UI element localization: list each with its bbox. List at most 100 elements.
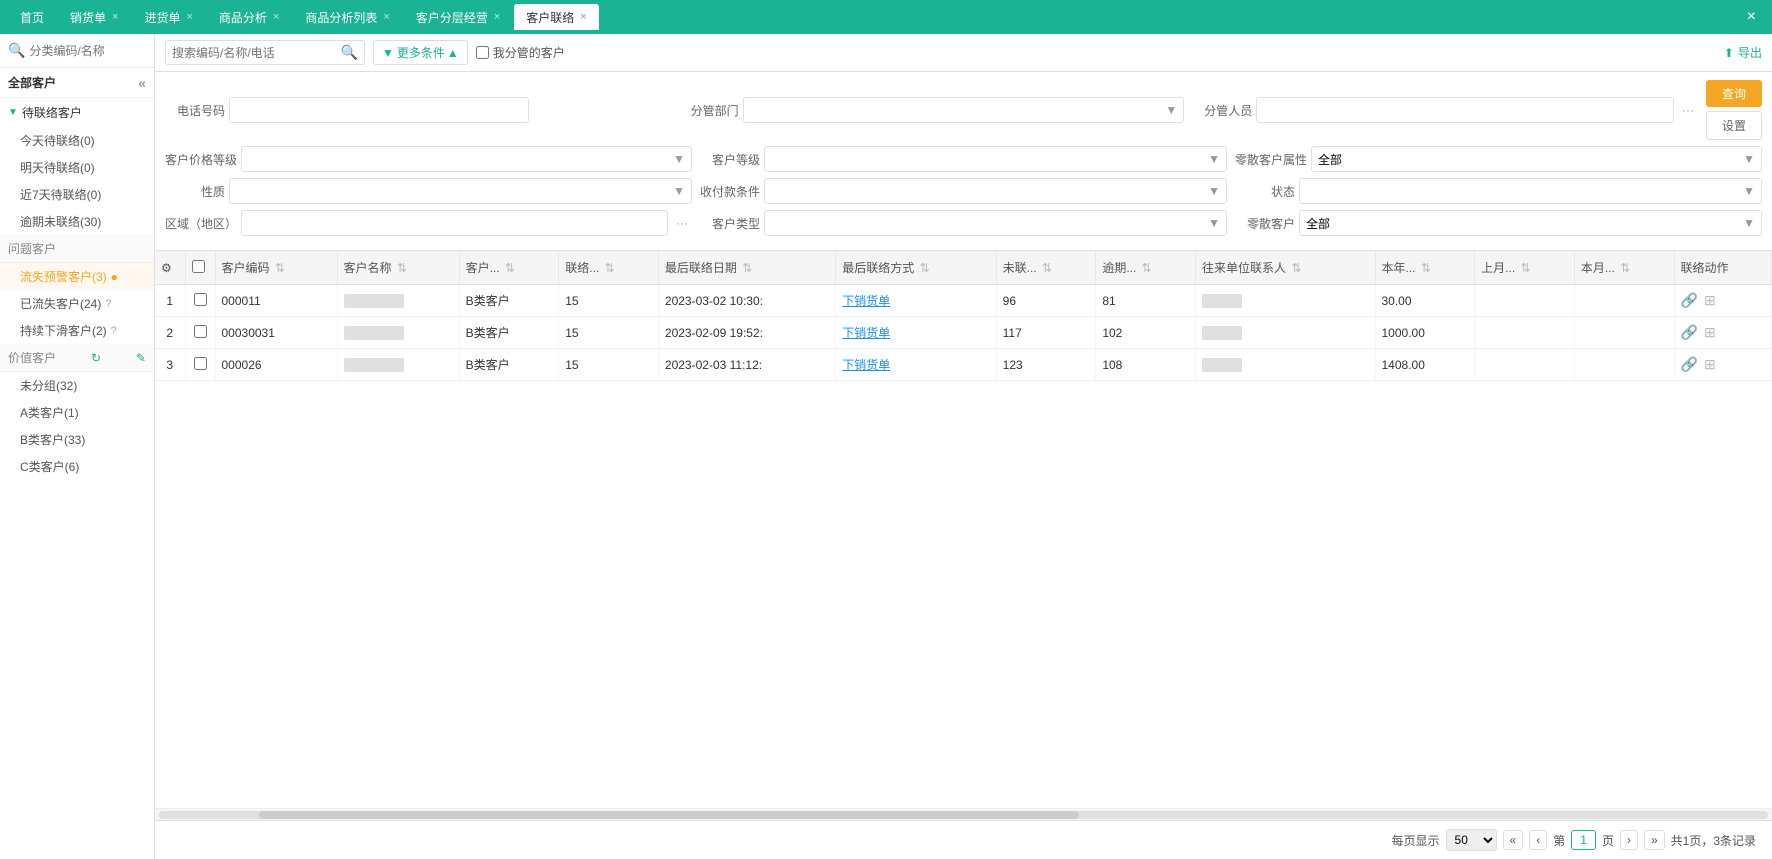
th-last-contact-method[interactable]: 最后联络方式 ⇅ bbox=[836, 251, 996, 285]
tab-product-analysis[interactable]: 商品分析 × bbox=[207, 4, 291, 30]
row-checkbox-cell[interactable] bbox=[185, 349, 215, 381]
last-month-amount bbox=[1475, 349, 1575, 381]
status-select[interactable]: ▼ bbox=[1299, 178, 1762, 204]
customer-type-select[interactable]: ▼ bbox=[764, 210, 1227, 236]
overdue-days: 102 bbox=[1096, 317, 1196, 349]
th-last-month[interactable]: 上月... ⇅ bbox=[1475, 251, 1575, 285]
last-contact-link[interactable]: 下销货单 bbox=[842, 358, 890, 372]
area-select[interactable] bbox=[241, 210, 668, 236]
sidebar-item-already-churn[interactable]: 已流失客户(24) ? bbox=[0, 290, 154, 317]
person-more[interactable]: ··· bbox=[1678, 103, 1698, 117]
phone-input[interactable] bbox=[229, 97, 529, 123]
value-group-edit[interactable]: ✎ bbox=[136, 351, 146, 365]
export-button[interactable]: ⬆ 导出 bbox=[1724, 44, 1762, 61]
dept-select[interactable]: ▼ bbox=[743, 97, 1185, 123]
not-contacted-days: 123 bbox=[996, 349, 1096, 381]
settings-button[interactable]: 设置 bbox=[1706, 111, 1762, 140]
per-page-select[interactable]: 50 20 100 bbox=[1446, 829, 1497, 851]
th-checkbox[interactable] bbox=[185, 251, 215, 285]
payment-select[interactable]: ▼ bbox=[764, 178, 1227, 204]
contact-action-icon[interactable]: 🔗 bbox=[1681, 292, 1698, 309]
next-page-btn[interactable]: › bbox=[1620, 830, 1638, 850]
more-action-icon[interactable]: ⊞ bbox=[1704, 356, 1716, 373]
customer-level-select[interactable]: ▼ bbox=[764, 146, 1227, 172]
sidebar-item-week[interactable]: 近7天待联络(0) bbox=[0, 181, 154, 208]
area-more[interactable]: ··· bbox=[672, 216, 692, 230]
th-current-year[interactable]: 本年... ⇅ bbox=[1375, 251, 1475, 285]
close-customer-layer-tab[interactable]: × bbox=[494, 11, 500, 23]
search-input[interactable] bbox=[172, 46, 337, 60]
payment-select-arrow: ▼ bbox=[1208, 184, 1220, 198]
action-icons: 🔗 ⊞ bbox=[1681, 324, 1765, 341]
sidebar-item-today[interactable]: 今天待联络(0) bbox=[0, 127, 154, 154]
potential-churn-icon: ? bbox=[111, 325, 117, 337]
sidebar-item-potential-churn[interactable]: 持续下滑客户(2) ? bbox=[0, 317, 154, 344]
row-checkbox-cell[interactable] bbox=[185, 285, 215, 317]
export-icon: ⬆ bbox=[1724, 46, 1734, 60]
more-action-icon[interactable]: ⊞ bbox=[1704, 292, 1716, 309]
zero-customer-select[interactable]: 全部 ▼ bbox=[1299, 210, 1762, 236]
person-select[interactable] bbox=[1256, 97, 1674, 123]
sidebar-item-class-a[interactable]: A类客户(1) bbox=[0, 399, 154, 426]
close-sales-tab[interactable]: × bbox=[112, 11, 118, 23]
more-filter-button[interactable]: ▼ 更多条件 ▲ bbox=[373, 40, 468, 65]
last-contact-link[interactable]: 下销货单 bbox=[842, 294, 890, 308]
search-button[interactable]: 🔍 bbox=[341, 44, 358, 61]
sidebar-item-tomorrow[interactable]: 明天待联络(0) bbox=[0, 154, 154, 181]
th-settings[interactable]: ⚙ bbox=[155, 251, 185, 285]
sidebar-collapse-btn[interactable]: « bbox=[138, 75, 146, 91]
close-all-tabs[interactable]: × bbox=[1739, 8, 1764, 26]
th-this-month[interactable]: 本月... ⇅ bbox=[1574, 251, 1674, 285]
th-name[interactable]: 客户名称 ⇅ bbox=[337, 251, 459, 285]
tab-product-list[interactable]: 商品分析列表 × bbox=[293, 4, 401, 30]
status-select-arrow: ▼ bbox=[1743, 184, 1755, 198]
query-button[interactable]: 查询 bbox=[1706, 80, 1762, 107]
contact-action-icon[interactable]: 🔗 bbox=[1681, 356, 1698, 373]
close-product-analysis-tab[interactable]: × bbox=[273, 11, 279, 23]
tab-sales[interactable]: 销货单 × bbox=[58, 4, 130, 30]
th-customer-type[interactable]: 客户... ⇅ bbox=[459, 251, 559, 285]
price-level-select[interactable]: ▼ bbox=[241, 146, 692, 172]
sidebar-search-input[interactable] bbox=[29, 44, 146, 58]
value-group-refresh[interactable]: ↻ bbox=[91, 351, 101, 365]
tab-customer-layer[interactable]: 客户分层经营 × bbox=[404, 4, 512, 30]
tab-purchase[interactable]: 进货单 × bbox=[132, 4, 204, 30]
th-overdue[interactable]: 逾期... ⇅ bbox=[1096, 251, 1196, 285]
row-checkbox-cell[interactable] bbox=[185, 317, 215, 349]
sidebar-item-class-b[interactable]: B类客户(33) bbox=[0, 426, 154, 453]
sidebar-item-overdue[interactable]: 逾期未联络(30) bbox=[0, 208, 154, 235]
row-checkbox[interactable] bbox=[194, 293, 207, 306]
last-page-btn[interactable]: » bbox=[1644, 830, 1665, 850]
horizontal-scrollbar[interactable] bbox=[155, 808, 1772, 820]
th-last-contact-date[interactable]: 最后联络日期 ⇅ bbox=[658, 251, 835, 285]
scrollbar-thumb[interactable] bbox=[259, 811, 1079, 819]
close-customer-contact-tab[interactable]: × bbox=[580, 11, 586, 23]
toolbar: 🔍 ▼ 更多条件 ▲ 我分管的客户 ⬆ 导出 bbox=[155, 34, 1772, 72]
pending-contact-arrow: ▼ bbox=[8, 107, 18, 118]
row-checkbox[interactable] bbox=[194, 357, 207, 370]
my-customers-checkbox[interactable] bbox=[476, 46, 489, 59]
select-all-checkbox[interactable] bbox=[192, 260, 205, 273]
sidebar-item-unclassified[interactable]: 未分组(32) bbox=[0, 372, 154, 399]
contact-action-icon[interactable]: 🔗 bbox=[1681, 324, 1698, 341]
th-contact[interactable]: 联络... ⇅ bbox=[559, 251, 659, 285]
th-not-contacted[interactable]: 未联... ⇅ bbox=[996, 251, 1096, 285]
zero-attr-select[interactable]: 全部 ▼ bbox=[1311, 146, 1762, 172]
row-checkbox[interactable] bbox=[194, 325, 207, 338]
sidebar-item-class-c[interactable]: C类客户(6) bbox=[0, 453, 154, 480]
th-code[interactable]: 客户编码 ⇅ bbox=[215, 251, 337, 285]
sidebar-item-churn-warning[interactable]: 流失预警客户(3) ● bbox=[0, 263, 154, 290]
prev-page-btn[interactable]: ‹ bbox=[1529, 830, 1547, 850]
th-contact-person[interactable]: 往来单位联系人 ⇅ bbox=[1195, 251, 1375, 285]
last-contact-link[interactable]: 下销货单 bbox=[842, 326, 890, 340]
first-page-btn[interactable]: « bbox=[1503, 830, 1524, 850]
close-purchase-tab[interactable]: × bbox=[186, 11, 192, 23]
filter-dept: 分管部门 ▼ bbox=[679, 97, 1185, 123]
tab-home[interactable]: 首页 bbox=[8, 4, 56, 30]
my-customers-filter[interactable]: 我分管的客户 bbox=[476, 44, 565, 61]
more-action-icon[interactable]: ⊞ bbox=[1704, 324, 1716, 341]
pending-contact-group[interactable]: ▼ 待联络客户 bbox=[0, 98, 154, 127]
close-product-list-tab[interactable]: × bbox=[383, 11, 389, 23]
gender-select[interactable]: ▼ bbox=[229, 178, 692, 204]
tab-customer-contact[interactable]: 客户联络 × bbox=[514, 4, 598, 30]
